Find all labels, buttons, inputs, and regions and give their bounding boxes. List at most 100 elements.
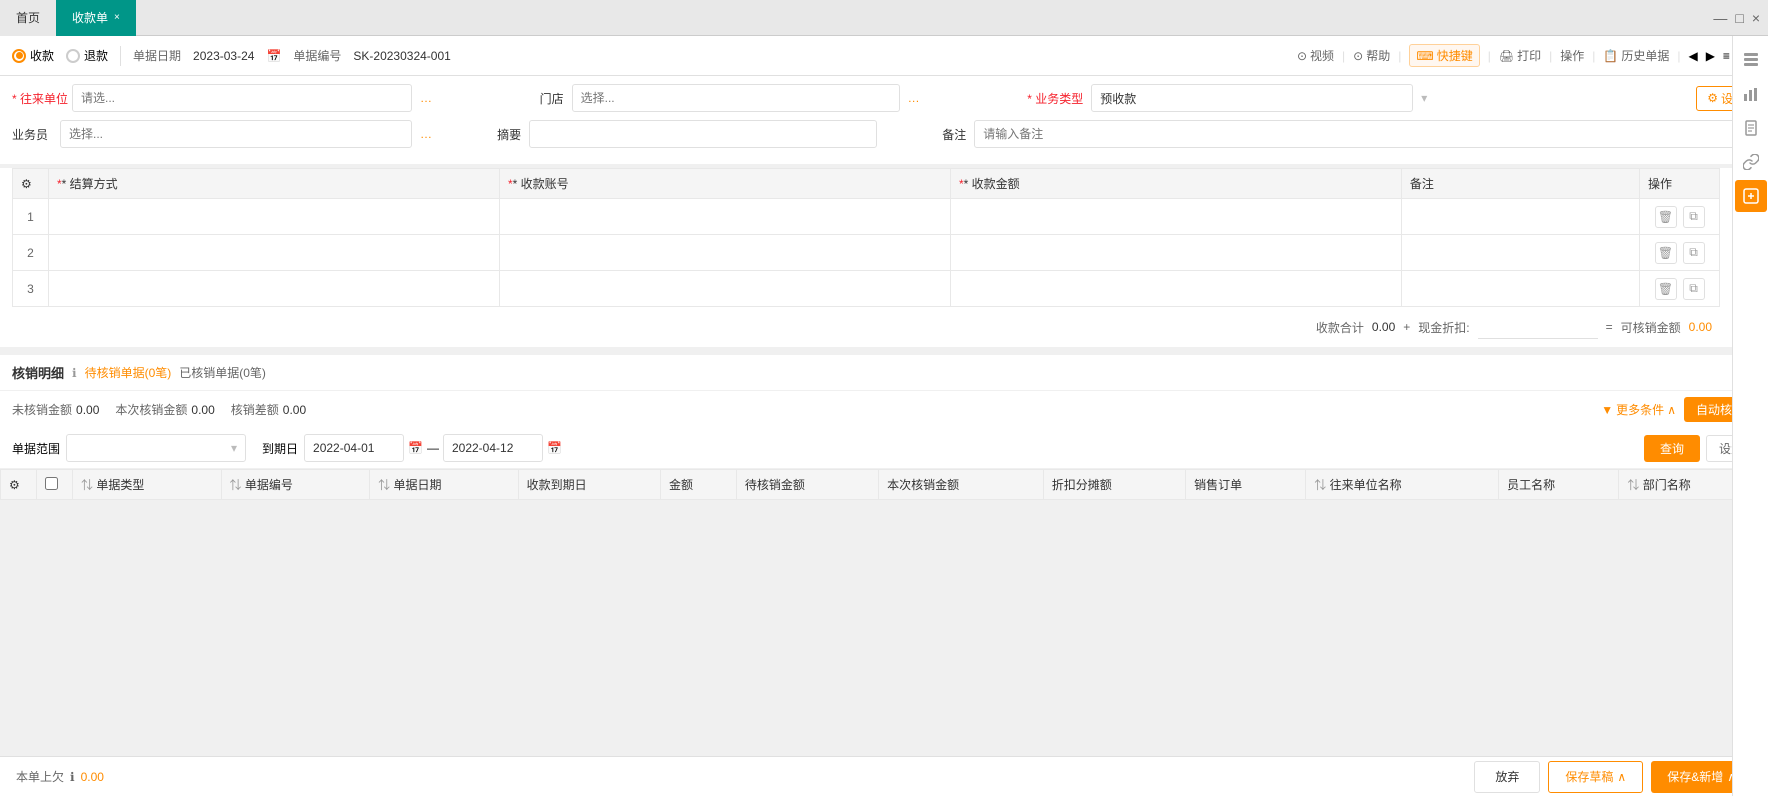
row-1-copy-icon[interactable]: ⧉ xyxy=(1683,206,1705,228)
select-all-checkbox[interactable] xyxy=(45,477,58,490)
tab-receipt[interactable]: 收款单 × xyxy=(56,0,136,36)
row-2-copy-icon[interactable]: ⧉ xyxy=(1683,242,1705,264)
row-3-remark[interactable] xyxy=(1401,271,1639,307)
col-staff-name: 员工名称 xyxy=(1499,470,1619,500)
status-bar: 本单上欠 ℹ 0.00 放弃 保存草稿 ∧ 保存&新增 ∧ xyxy=(0,756,1768,796)
store-input[interactable] xyxy=(572,84,900,112)
remark-text[interactable] xyxy=(983,127,1747,141)
row-2-delete-icon[interactable]: 🗑 xyxy=(1655,242,1677,264)
more-conditions-btn[interactable]: ▼ 更多条件 ∧ xyxy=(1601,401,1676,418)
col-settings-header[interactable]: ⚙ xyxy=(13,169,49,199)
radio-refund[interactable]: 退款 xyxy=(66,47,108,64)
current-value: 0.00 xyxy=(191,403,214,417)
row-3-payment-method[interactable] xyxy=(49,271,500,307)
remark-label: 备注 xyxy=(942,126,966,143)
row-2-payment-method[interactable] xyxy=(49,235,500,271)
discount-input[interactable] xyxy=(1478,315,1598,339)
row-1-account[interactable] xyxy=(499,199,950,235)
store-text[interactable] xyxy=(581,91,891,105)
sidebar-icon-resize[interactable] xyxy=(1735,180,1767,212)
shortcut-icon: ⌨ xyxy=(1416,49,1433,63)
col-due-date: 收款到期日 xyxy=(518,470,660,500)
row-3-copy-icon[interactable]: ⧉ xyxy=(1683,278,1705,300)
store-ellipsis[interactable]: … xyxy=(908,91,920,105)
writeoff-info-icon[interactable]: ℹ xyxy=(72,366,77,380)
filter-row: 单据范围 ▾ 到期日 2022-04-01 📅 — 2022-04-12 📅 查… xyxy=(0,428,1768,469)
counterpart-text[interactable] xyxy=(81,91,403,105)
table-row: 2 🗑 ⧉ xyxy=(13,235,1720,271)
shortcut-btn[interactable]: ⌨ 快捷键 xyxy=(1409,44,1479,67)
date-from-value: 2022-04-01 xyxy=(313,441,374,455)
tab-close-icon[interactable]: × xyxy=(114,0,120,36)
row-1-delete-icon[interactable]: 🗑 xyxy=(1655,206,1677,228)
row-3-delete-icon[interactable]: 🗑 xyxy=(1655,278,1677,300)
col-sales-order: 销售订单 xyxy=(1186,470,1306,500)
history-btn[interactable]: 📋 历史单据 xyxy=(1603,47,1669,64)
business-type-field: * 业务类型 预收款 xyxy=(1027,84,1427,112)
calendar-to-icon[interactable]: 📅 xyxy=(547,441,562,455)
abandon-btn[interactable]: 放弃 xyxy=(1474,761,1540,793)
row-1-remark[interactable] xyxy=(1401,199,1639,235)
remark-input[interactable] xyxy=(974,120,1756,148)
row-3-amount[interactable] xyxy=(950,271,1401,307)
tab-done[interactable]: 已核销单据(0笔) xyxy=(179,364,266,381)
query-btn[interactable]: 查询 xyxy=(1644,435,1700,462)
staff-input[interactable] xyxy=(60,120,412,148)
calendar-from-icon[interactable]: 📅 xyxy=(408,441,423,455)
date-field: 到期日 2022-04-01 📅 — 2022-04-12 📅 xyxy=(262,434,562,462)
list-icon[interactable]: ≡ xyxy=(1723,49,1730,63)
status-info-icon[interactable]: ℹ xyxy=(70,770,75,784)
store-field: 门店 … xyxy=(540,84,920,112)
sidebar-icon-table[interactable] xyxy=(1735,44,1767,76)
current-label: 本次核销金额 xyxy=(115,401,187,418)
business-type-dropdown[interactable] xyxy=(1421,91,1427,105)
tab-pending[interactable]: 待核销单据(0笔) xyxy=(85,364,172,381)
counterpart-ellipsis[interactable]: … xyxy=(420,91,432,105)
range-select[interactable]: ▾ xyxy=(66,434,246,462)
discount-label: 现金折扣: xyxy=(1418,319,1469,336)
summary-text[interactable] xyxy=(538,127,868,141)
sidebar-icon-link[interactable] xyxy=(1735,146,1767,178)
staff-text[interactable] xyxy=(69,127,403,141)
radio-receipt[interactable]: 收款 xyxy=(12,47,54,64)
next-icon[interactable]: ▶ xyxy=(1706,49,1715,63)
bottom-checkbox-header[interactable] xyxy=(37,470,73,500)
save-draft-btn[interactable]: 保存草稿 ∧ xyxy=(1548,761,1643,793)
bottom-settings-icon[interactable]: ⚙ xyxy=(9,478,20,492)
row-2-remark[interactable] xyxy=(1401,235,1639,271)
prev-icon[interactable]: ◀ xyxy=(1688,49,1697,63)
sidebar-icon-chart[interactable] xyxy=(1735,78,1767,110)
diff-label: 核销差额 xyxy=(231,401,279,418)
row-2-amount[interactable] xyxy=(950,235,1401,271)
help-btn[interactable]: ⊙ 帮助 xyxy=(1353,47,1390,64)
maximize-icon[interactable]: □ xyxy=(1735,10,1743,26)
business-type-value: 预收款 xyxy=(1100,90,1136,107)
counterpart-input[interactable] xyxy=(72,84,412,112)
table-settings-icon[interactable]: ⚙ xyxy=(21,177,32,191)
history-icon: 📋 xyxy=(1603,49,1618,63)
date-to-input[interactable]: 2022-04-12 xyxy=(443,434,543,462)
row-1-payment-method[interactable] xyxy=(49,199,500,235)
business-type-input[interactable]: 预收款 xyxy=(1091,84,1413,112)
operation-btn[interactable]: 操作 xyxy=(1560,47,1584,64)
bottom-settings-header[interactable]: ⚙ xyxy=(1,470,37,500)
staff-ellipsis[interactable]: … xyxy=(420,127,432,141)
close-icon[interactable]: × xyxy=(1752,10,1760,26)
minimize-icon[interactable]: — xyxy=(1713,10,1727,26)
right-sidebar xyxy=(1732,36,1768,796)
print-btn[interactable]: 🖨 打印 xyxy=(1499,47,1541,64)
summary-input[interactable] xyxy=(529,120,877,148)
row-3-account[interactable] xyxy=(499,271,950,307)
col-amount: 金额 xyxy=(661,470,737,500)
available-label: 可核销金额 xyxy=(1621,319,1681,336)
col-doc-number: ⇅ 单据编号 xyxy=(221,470,370,500)
tab-home[interactable]: 首页 xyxy=(0,0,56,36)
row-2-account[interactable] xyxy=(499,235,950,271)
tab-home-label: 首页 xyxy=(16,0,40,36)
row-1-amount[interactable] xyxy=(950,199,1401,235)
date-from-input[interactable]: 2022-04-01 xyxy=(304,434,404,462)
plus-sign: + xyxy=(1403,320,1410,334)
sidebar-icon-doc[interactable] xyxy=(1735,112,1767,144)
calendar-icon[interactable]: 📅 xyxy=(266,49,281,63)
video-btn[interactable]: ⊙ 视频 xyxy=(1297,47,1334,64)
